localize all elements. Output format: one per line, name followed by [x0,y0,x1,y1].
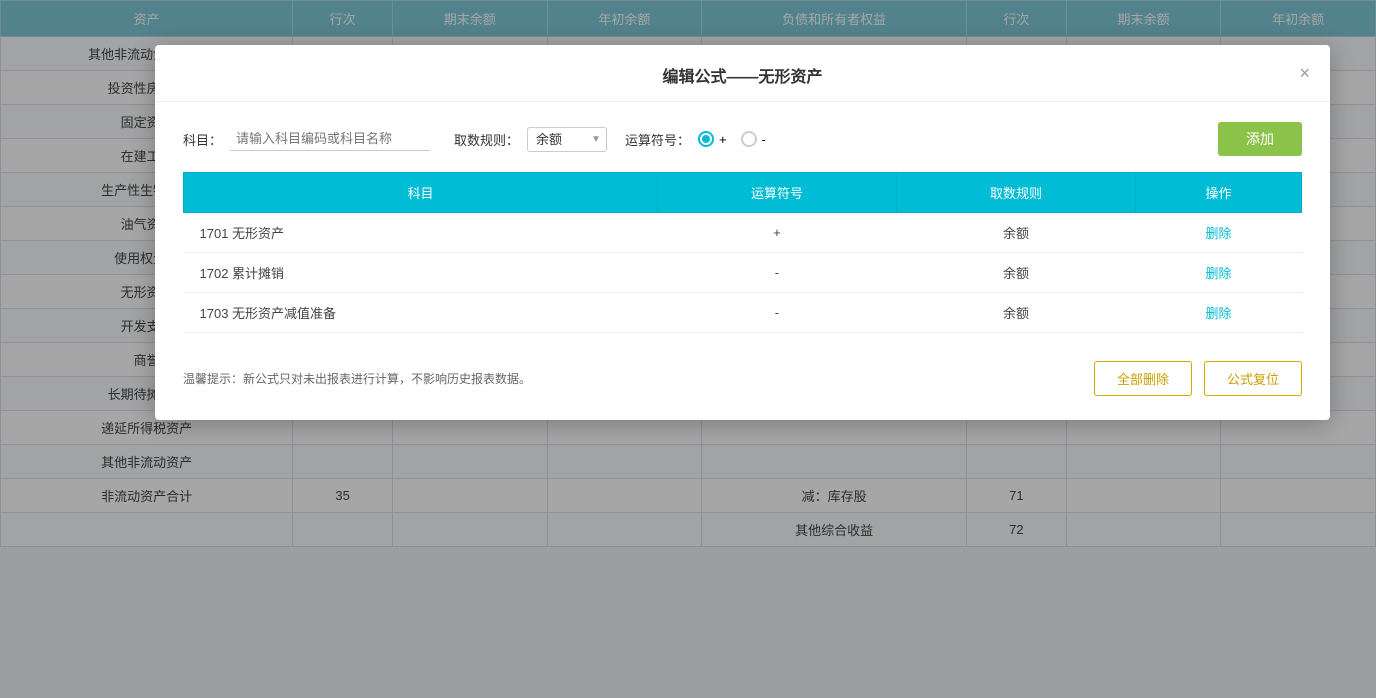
rule-group: 取数规则： 余额借方贷方 ▼ [454,127,601,152]
subject-label: 科目： [183,130,222,149]
delete-row-link[interactable]: 删除 [1206,266,1232,281]
formula-subject-cell: 1702 累计摊销 [184,253,658,293]
formula-col-header: 科目 [184,173,658,213]
formula-subject-cell: 1703 无形资产减值准备 [184,293,658,333]
subject-group: 科目： [183,127,430,151]
delete-row-link[interactable]: 删除 [1206,226,1232,241]
formula-operator-cell: + [657,213,896,253]
formula-rule-cell: 余额 [896,293,1135,333]
formula-rule-cell: 余额 [896,253,1135,293]
formula-action-cell: 删除 [1136,293,1302,333]
delete-row-link[interactable]: 删除 [1206,306,1232,321]
operator-label: 运算符号： [625,130,690,149]
formula-table-row: 1703 无形资产减值准备-余额 删除 [184,293,1302,333]
close-button[interactable]: × [1299,64,1310,82]
formula-table-wrap: 科目运算符号取数规则操作 1701 无形资产+余额删除1702 累计摊销-余额删… [183,172,1302,333]
formula-action-cell: 删除 [1136,253,1302,293]
operator-plus-label: + [719,132,727,147]
reset-formula-button[interactable]: 公式复位 [1204,361,1302,396]
operator-plus-radio[interactable]: + [698,131,727,147]
form-row: 科目： 取数规则： 余额借方贷方 ▼ 运算符号： + - [155,102,1330,172]
rule-select-wrap: 余额借方贷方 ▼ [527,127,601,152]
formula-col-header: 取数规则 [896,173,1135,213]
formula-rule-cell: 余额 [896,213,1135,253]
footer-buttons: 全部删除 公式复位 [1094,361,1302,396]
formula-col-header: 运算符号 [657,173,896,213]
add-button[interactable]: 添加 [1218,122,1302,156]
formula-col-header: 操作 [1136,173,1302,213]
modal-footer: 温馨提示：新公式只对未出报表进行计算，不影响历史报表数据。 全部删除 公式复位 [155,333,1330,396]
delete-all-button[interactable]: 全部删除 [1094,361,1192,396]
formula-operator-cell: - [657,293,896,333]
formula-table: 科目运算符号取数规则操作 1701 无形资产+余额删除1702 累计摊销-余额删… [183,172,1302,333]
radio-plus-indicator [698,131,714,147]
radio-minus-indicator [741,131,757,147]
formula-subject-cell: 1701 无形资产 [184,213,658,253]
modal-header: 编辑公式——无形资产 × [155,45,1330,102]
formula-table-row: 1702 累计摊销-余额 删除 [184,253,1302,293]
operator-minus-label: - [762,132,766,147]
modal-title: 编辑公式——无形资产 [662,63,822,87]
subject-input[interactable] [230,127,430,151]
edit-formula-modal: 编辑公式——无形资产 × 科目： 取数规则： 余额借方贷方 ▼ 运算符号： + [155,45,1330,420]
tip-text: 温馨提示：新公式只对未出报表进行计算，不影响历史报表数据。 [183,370,531,387]
formula-operator-cell: - [657,253,896,293]
formula-action-cell: 删除 [1136,213,1302,253]
operator-minus-radio[interactable]: - [741,131,766,147]
rule-select[interactable]: 余额借方贷方 [527,127,607,152]
operator-group: 运算符号： + - [625,130,766,149]
formula-table-row: 1701 无形资产+余额 删除 [184,213,1302,253]
operator-radio-group: + - [698,131,766,147]
rule-label: 取数规则： [454,130,519,149]
